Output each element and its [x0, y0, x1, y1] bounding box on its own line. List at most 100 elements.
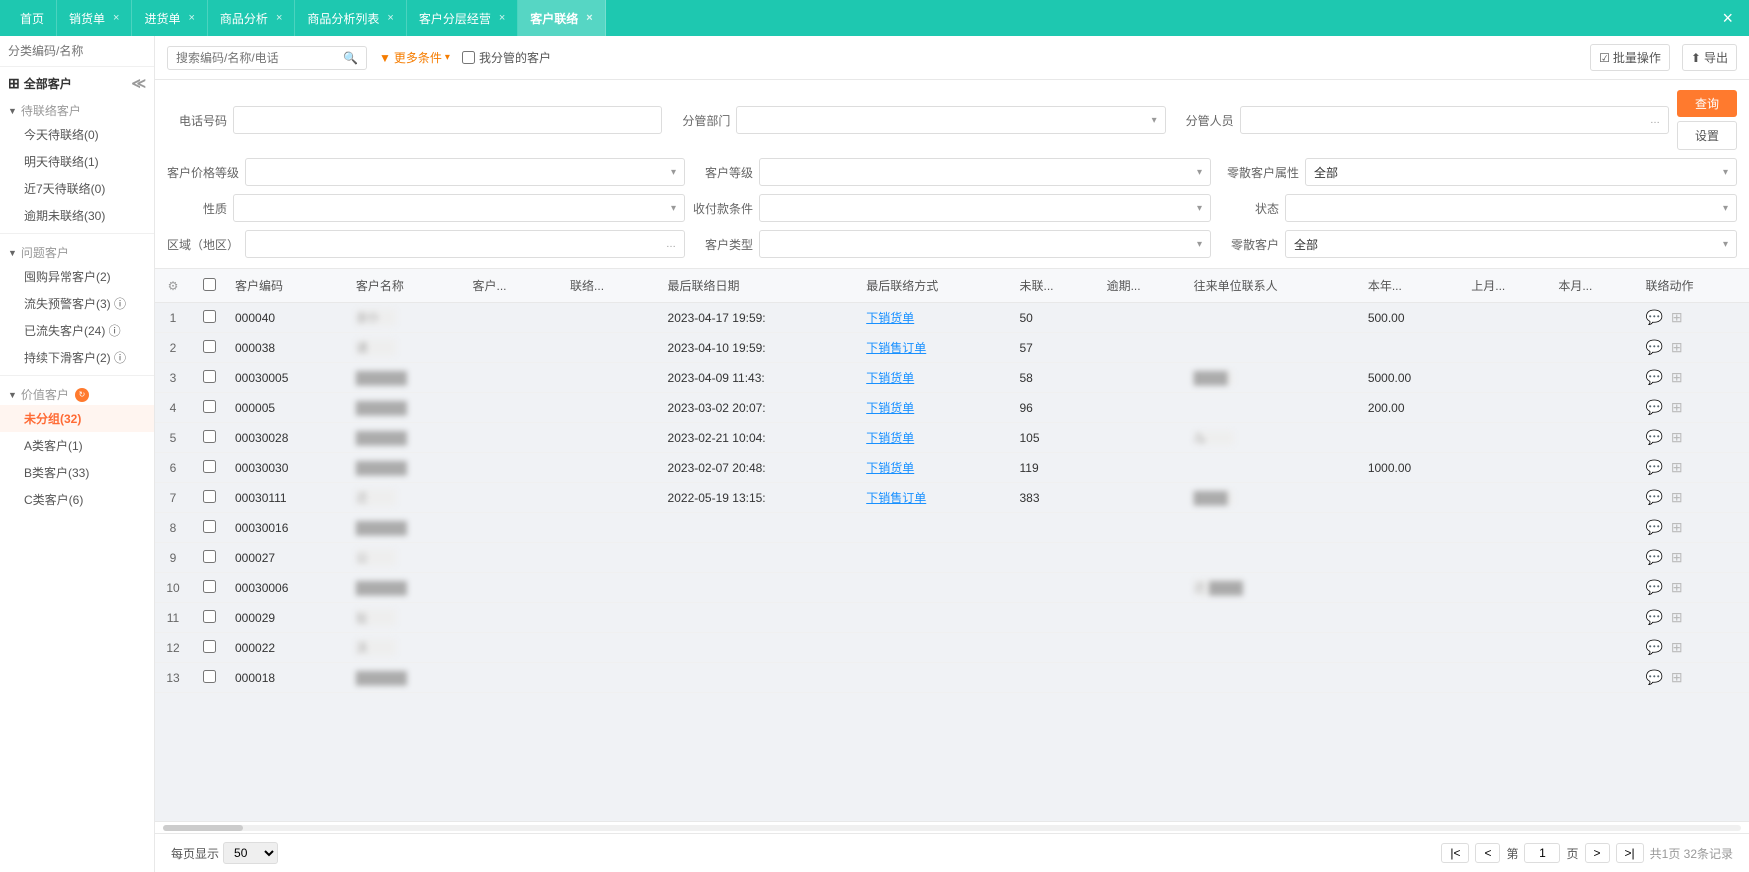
method-link[interactable]: 下销货单 [866, 371, 914, 385]
more-action-icon[interactable]: ⊞ [1671, 429, 1683, 446]
chat-icon[interactable]: 💬 [1645, 489, 1662, 506]
chat-icon[interactable]: 💬 [1645, 609, 1662, 626]
tab-customer-contact-close[interactable]: × [586, 12, 592, 24]
method-link[interactable]: 下销售订单 [866, 491, 926, 505]
tab-product-analysis-list-close[interactable]: × [387, 12, 393, 24]
my-customers-wrap[interactable]: 我分管的客户 [462, 49, 551, 66]
more-action-icon[interactable]: ⊞ [1671, 669, 1683, 686]
more-action-icon[interactable]: ⊞ [1671, 309, 1683, 326]
my-customers-checkbox[interactable] [462, 51, 475, 64]
row-checkbox[interactable] [203, 520, 216, 533]
row-checkbox[interactable] [203, 370, 216, 383]
horizontal-scrollbar-thumb[interactable] [163, 825, 243, 831]
more-action-icon[interactable]: ⊞ [1671, 339, 1683, 356]
filter-customer-grade-select[interactable]: ▾ [759, 158, 1211, 186]
close-window-btn[interactable]: × [1714, 8, 1741, 29]
row-checkbox[interactable] [203, 640, 216, 653]
sidebar-item-a-class[interactable]: A类客户(1) [0, 432, 154, 459]
sidebar-item-lost[interactable]: 已流失客户(24) ⓘ [0, 317, 154, 344]
filter-region-select[interactable]: … [245, 230, 685, 258]
sidebar-all-customers[interactable]: ⊞ 全部客户 ≪ [0, 67, 154, 96]
chat-icon[interactable]: 💬 [1645, 549, 1662, 566]
search-icon[interactable]: 🔍 [343, 51, 358, 65]
tab-product-analysis-list[interactable]: 商品分析列表 × [295, 0, 406, 36]
sidebar-item-abnormal[interactable]: 囤购异常客户(2) [0, 263, 154, 290]
method-link[interactable]: 下销货单 [866, 461, 914, 475]
filter-zero-attr-select[interactable]: 全部 ▾ [1305, 158, 1737, 186]
row-checkbox[interactable] [203, 400, 216, 413]
page-number-input[interactable] [1524, 843, 1560, 863]
sidebar-item-today[interactable]: 今天待联络(0) [0, 121, 154, 148]
group-problem-customers[interactable]: ▼ 问题客户 [0, 238, 154, 263]
tab-sale[interactable]: 销货单 × [57, 0, 132, 36]
sidebar-search-input[interactable] [8, 44, 155, 58]
page-size-select[interactable]: 10 20 50 100 [223, 842, 278, 864]
tab-sale-close[interactable]: × [113, 12, 119, 24]
next-page-btn[interactable]: > [1585, 843, 1610, 863]
chat-icon[interactable]: 💬 [1645, 669, 1662, 686]
chat-icon[interactable]: 💬 [1645, 339, 1662, 356]
filter-retail-select[interactable]: 全部 ▾ [1285, 230, 1737, 258]
more-action-icon[interactable]: ⊞ [1671, 489, 1683, 506]
chat-icon[interactable]: 💬 [1645, 579, 1662, 596]
more-action-icon[interactable]: ⊞ [1671, 519, 1683, 536]
row-checkbox[interactable] [203, 580, 216, 593]
more-action-icon[interactable]: ⊞ [1671, 459, 1683, 476]
filter-payment-select[interactable]: ▾ [759, 194, 1211, 222]
tab-purchase[interactable]: 进货单 × [132, 0, 207, 36]
last-page-btn[interactable]: >| [1616, 843, 1644, 863]
more-action-icon[interactable]: ⊞ [1671, 399, 1683, 416]
sidebar-item-b-class[interactable]: B类客户(33) [0, 459, 154, 486]
more-conditions-btn[interactable]: ▼ 更多条件 ▾ [379, 49, 450, 66]
filter-phone-input[interactable] [233, 106, 662, 134]
settings-col-header[interactable]: ⚙ [155, 269, 191, 303]
sidebar-collapse-btn[interactable]: ≪ [131, 75, 146, 92]
select-all-checkbox[interactable] [203, 278, 216, 291]
filter-status-select[interactable]: ▾ [1285, 194, 1737, 222]
more-action-icon[interactable]: ⊞ [1671, 609, 1683, 626]
sidebar-item-declining[interactable]: 持续下滑客户(2) ⓘ [0, 344, 154, 371]
filter-customer-type-select[interactable]: ▾ [759, 230, 1211, 258]
method-link[interactable]: 下销售订单 [866, 341, 926, 355]
tab-product-analysis[interactable]: 商品分析 × [208, 0, 295, 36]
more-action-icon[interactable]: ⊞ [1671, 579, 1683, 596]
checkbox-col-header[interactable] [191, 269, 227, 303]
export-btn[interactable]: ⬆ 导出 [1682, 44, 1737, 71]
first-page-btn[interactable]: |< [1441, 843, 1469, 863]
chat-icon[interactable]: 💬 [1645, 429, 1662, 446]
prev-page-btn[interactable]: < [1475, 843, 1500, 863]
method-link[interactable]: 下销货单 [866, 401, 914, 415]
filter-nature-select[interactable]: ▾ [233, 194, 685, 222]
tab-purchase-close[interactable]: × [188, 12, 194, 24]
filter-price-grade-select[interactable]: ▾ [245, 158, 685, 186]
batch-operation-btn[interactable]: ☑ 批量操作 [1590, 44, 1670, 71]
chat-icon[interactable]: 💬 [1645, 399, 1662, 416]
tab-customer-contact[interactable]: 客户联络 × [518, 0, 605, 36]
chat-icon[interactable]: 💬 [1645, 369, 1662, 386]
sidebar-item-tomorrow[interactable]: 明天待联络(1) [0, 148, 154, 175]
sidebar-item-ungrouped[interactable]: 未分组(32) [0, 405, 154, 432]
row-checkbox[interactable] [203, 310, 216, 323]
method-link[interactable]: 下销货单 [866, 311, 914, 325]
tab-customer-tier[interactable]: 客户分层经营 × [407, 0, 518, 36]
reset-btn[interactable]: 设置 [1677, 121, 1737, 150]
row-checkbox[interactable] [203, 460, 216, 473]
tab-product-analysis-close[interactable]: × [276, 12, 282, 24]
filter-person-select[interactable]: … [1240, 106, 1669, 134]
sidebar-item-overdue[interactable]: 逾期未联络(30) [0, 202, 154, 229]
tab-home[interactable]: 首页 [8, 0, 57, 36]
row-checkbox[interactable] [203, 550, 216, 563]
group-waiting-contact[interactable]: ▼ 待联络客户 [0, 96, 154, 121]
filter-dept-select[interactable]: ▾ [736, 106, 1165, 134]
chat-icon[interactable]: 💬 [1645, 639, 1662, 656]
more-action-icon[interactable]: ⊞ [1671, 639, 1683, 656]
row-checkbox[interactable] [203, 430, 216, 443]
search-input[interactable] [176, 51, 339, 65]
query-btn[interactable]: 查询 [1677, 90, 1737, 117]
row-checkbox[interactable] [203, 340, 216, 353]
refresh-value-icon[interactable]: ↻ [75, 388, 89, 402]
chat-icon[interactable]: 💬 [1645, 459, 1662, 476]
method-link[interactable]: 下销货单 [866, 431, 914, 445]
chat-icon[interactable]: 💬 [1645, 309, 1662, 326]
group-value-customers[interactable]: ▼ 价值客户 ↻ [0, 380, 154, 405]
